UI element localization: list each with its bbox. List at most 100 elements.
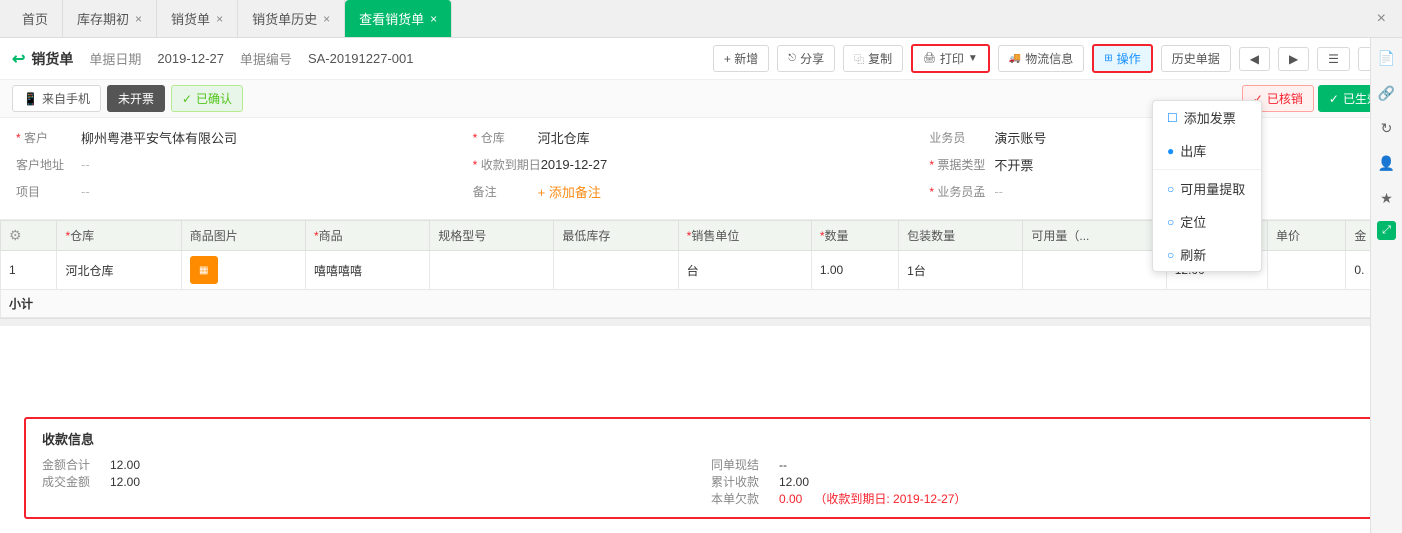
warehouse-field: 仓库 河北仓库 — [473, 128, 930, 147]
not-open-ticket-button[interactable]: 未开票 — [107, 85, 165, 112]
confirm-button[interactable]: ✓ 已确认 — [171, 85, 243, 112]
share-button[interactable]: ⎋ 分享 — [777, 45, 835, 72]
row-available — [1023, 251, 1166, 290]
transaction-label: 成交金额 — [42, 473, 102, 490]
warehouse-value: 河北仓库 — [538, 128, 590, 147]
row-image: ▦ — [181, 251, 305, 290]
address-value: -- — [81, 157, 90, 172]
print-icon: 🖨 — [923, 53, 936, 64]
same-order-row: 同单现结 -- — [711, 456, 1360, 473]
right-sidebar: 📄 🔗 ↻ 👤 ★ ⤢ — [1370, 38, 1402, 533]
product-image: ▦ — [190, 256, 218, 284]
history-button[interactable]: 历史单据 — [1161, 45, 1231, 72]
from-phone-button[interactable]: 📱 来自手机 — [12, 85, 101, 112]
prev-button[interactable]: ◀ — [1239, 47, 1270, 71]
col-image: 商品图片 — [181, 221, 305, 251]
due-date-value: 2019-12-27 — [541, 157, 608, 172]
row-quantity: 1.00 — [811, 251, 898, 290]
row-min-stock — [554, 251, 678, 290]
note-label: 备注 — [473, 183, 538, 200]
due-date-field: 收款到期日 2019-12-27 — [473, 156, 930, 173]
doc-title-group: ↩ 销货单 — [12, 49, 73, 69]
add-invoice-label: 添加发票 — [1184, 108, 1236, 127]
available-qty-item[interactable]: ○ 可用量提取 — [1153, 172, 1261, 205]
salesperson-value: -- — [994, 184, 1003, 199]
add-invoice-icon: ☐ — [1167, 111, 1178, 125]
person-sidebar-icon[interactable]: 👤 — [1374, 151, 1399, 176]
project-value: -- — [81, 184, 90, 199]
logistics-button[interactable]: 🚚 物流信息 — [998, 45, 1084, 72]
tab-home[interactable]: 首页 — [8, 0, 63, 37]
payment-info-grid: 金额合计 12.00 成交金额 12.00 同单现结 -- — [42, 456, 1360, 507]
staff-value: 演示账号 — [994, 128, 1046, 147]
link-sidebar-icon[interactable]: 🔗 — [1374, 81, 1399, 106]
tab-sales-history[interactable]: 销货单历史 × — [238, 0, 345, 37]
tab-inventory-close[interactable]: × — [135, 12, 142, 26]
effective-icon: ✓ — [1329, 92, 1339, 106]
next-button[interactable]: ▶ — [1278, 47, 1309, 71]
add-note-button[interactable]: + 添加备注 — [538, 182, 601, 201]
toolbar-left: 📱 来自手机 未开票 ✓ 已确认 — [12, 85, 243, 112]
out-warehouse-item[interactable]: ● 出库 — [1153, 134, 1261, 167]
new-button[interactable]: + 新增 — [713, 45, 769, 72]
col-quantity: *数量 — [811, 221, 898, 251]
logistics-icon: 🚚 — [1009, 53, 1021, 64]
col-price: 单价 — [1268, 221, 1346, 251]
col-min-stock: 最低库存 — [554, 221, 678, 251]
doc-header: ↩ 销货单 单据日期 2019-12-27 单据编号 SA-20191227-0… — [0, 38, 1402, 80]
available-qty-icon: ○ — [1167, 182, 1174, 196]
expand-sidebar-icon[interactable]: ⤢ — [1377, 221, 1396, 240]
due-date-label: 收款到期日 — [473, 156, 541, 173]
tab-inventory-label: 库存期初 — [77, 9, 129, 28]
gear-icon: ⚙ — [9, 227, 22, 243]
tab-view-sales[interactable]: 查看销货单 × — [345, 0, 452, 37]
tab-view-sales-close[interactable]: × — [430, 12, 437, 26]
subtotal-label: 小计 — [1, 290, 1402, 318]
add-invoice-item[interactable]: ☐ 添加发票 — [1153, 101, 1261, 134]
row-warehouse: 河北仓库 — [57, 251, 181, 290]
amount-label: 金额合计 — [42, 456, 102, 473]
operations-button[interactable]: ⊞ 操作 — [1092, 44, 1152, 73]
ticket-value: 不开票 — [994, 155, 1033, 174]
staff-label: 业务员 — [929, 129, 994, 146]
number-label: 单据编号 — [240, 49, 292, 68]
plus-icon: + — [538, 185, 546, 200]
horizontal-scrollbar[interactable] — [0, 318, 1402, 326]
customer-value: 柳州粤港平安气体有限公司 — [81, 128, 237, 147]
due-row: 本单欠款 0.00 （收款到期日: 2019-12-27） — [711, 490, 1360, 507]
tab-view-sales-label: 查看销货单 — [359, 9, 424, 28]
tab-inventory[interactable]: 库存期初 × — [63, 0, 157, 37]
row-spec — [430, 251, 554, 290]
share-icon: ⎋ — [788, 53, 796, 64]
row-price — [1268, 251, 1346, 290]
phone-icon: 📱 — [23, 92, 38, 106]
star-sidebar-icon[interactable]: ★ — [1376, 186, 1397, 211]
due-label: 本单欠款 — [711, 490, 771, 507]
copy-button[interactable]: ⿻ 复制 — [843, 45, 903, 72]
tab-sales-close[interactable]: × — [216, 12, 223, 26]
tab-sales-history-close[interactable]: × — [323, 12, 330, 26]
tab-home-label: 首页 — [22, 9, 48, 28]
payment-info-panel: 收款信息 金额合计 12.00 成交金额 12.00 — [24, 417, 1378, 519]
ticket-label: 票据类型 — [929, 156, 994, 173]
refresh-item[interactable]: ○ 刷新 — [1153, 238, 1261, 271]
tab-sales[interactable]: 销货单 × — [157, 0, 238, 37]
print-button[interactable]: 🖨 打印 ▼ — [911, 44, 990, 73]
window-close-button[interactable]: × — [1369, 10, 1394, 28]
doc-actions: + 新增 ⎋ 分享 ⿻ 复制 🖨 打印 ▼ 🚚 物流信息 — [713, 44, 1390, 73]
cumulative-label: 累计收款 — [711, 473, 771, 490]
toolbar-right: ✓ 已核销 ✓ 已生效 — [1242, 85, 1390, 112]
tab-sales-label: 销货单 — [171, 9, 210, 28]
col-available: 可用量（... — [1023, 221, 1166, 251]
rotate-sidebar-icon[interactable]: ↻ — [1377, 116, 1397, 141]
doc-sidebar-icon[interactable]: 📄 — [1374, 46, 1399, 71]
list-view-button[interactable]: ☰ — [1317, 47, 1350, 71]
col-warehouse: *仓库 — [57, 221, 181, 251]
out-warehouse-label: 出库 — [1180, 141, 1206, 160]
number-value: SA-20191227-001 — [308, 51, 414, 66]
sales-order-icon: ↩ — [12, 49, 25, 69]
amount-row: 金额合计 12.00 — [42, 456, 691, 473]
subtotal-row: 小计 — [1, 290, 1402, 318]
locate-item[interactable]: ○ 定位 — [1153, 205, 1261, 238]
transaction-value: 12.00 — [110, 475, 140, 489]
